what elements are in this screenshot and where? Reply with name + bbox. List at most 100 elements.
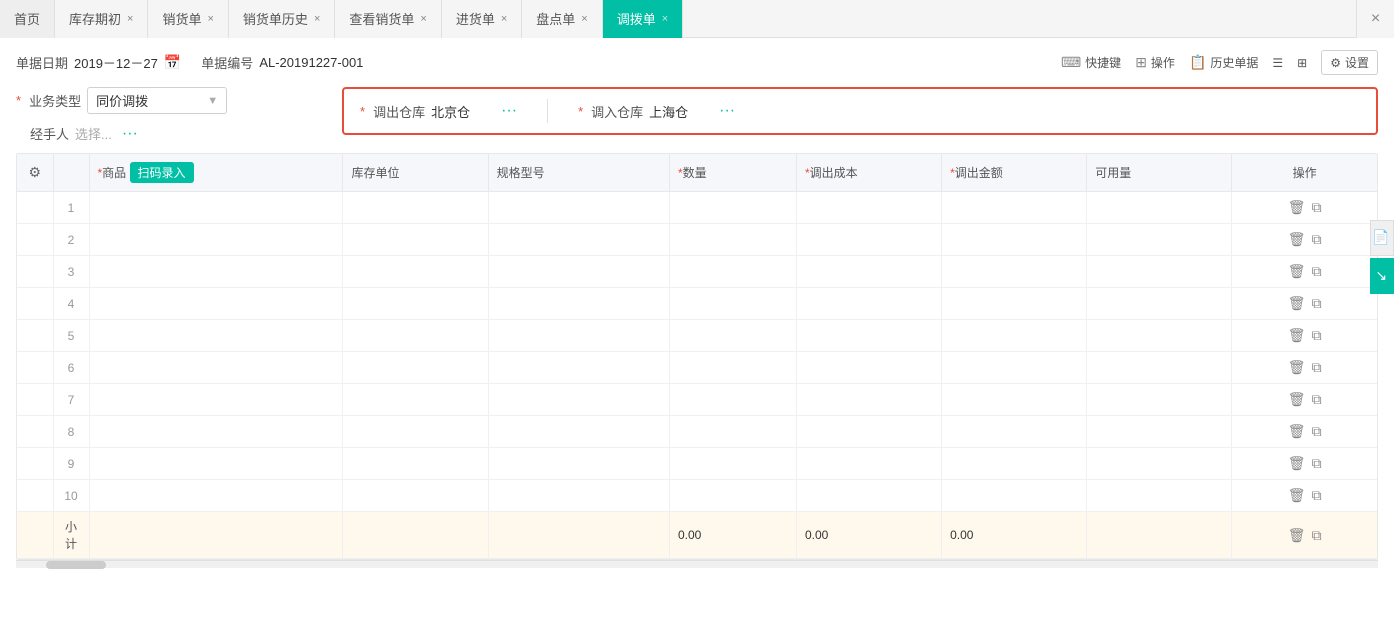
scroll-thumb[interactable] bbox=[46, 561, 106, 569]
row-amount-cell[interactable] bbox=[942, 352, 1087, 384]
copy-row-icon[interactable]: ⧉ bbox=[1312, 263, 1322, 280]
copy-row-icon[interactable]: ⧉ bbox=[1312, 391, 1322, 408]
row-qty-cell[interactable] bbox=[670, 448, 797, 480]
in-warehouse-more-button[interactable]: ··· bbox=[719, 102, 735, 120]
delete-row-icon[interactable]: 🗑 bbox=[1288, 295, 1306, 312]
handler-more-button[interactable]: ··· bbox=[122, 125, 138, 143]
handler-placeholder[interactable]: 选择... bbox=[75, 124, 112, 143]
row-qty-cell[interactable] bbox=[670, 224, 797, 256]
tab-transfer[interactable]: 调拨单 × bbox=[603, 0, 683, 38]
tab-close-stocktake[interactable]: × bbox=[581, 13, 587, 25]
tab-sales-order[interactable]: 销货单 × bbox=[148, 0, 228, 38]
settings-button[interactable]: ⚙ 设置 bbox=[1321, 50, 1378, 75]
row-cost-cell[interactable] bbox=[796, 352, 941, 384]
row-spec-cell bbox=[488, 480, 669, 512]
delete-row-icon[interactable]: 🗑 bbox=[1288, 199, 1306, 216]
layout-toggle-2[interactable]: ⊞ bbox=[1297, 56, 1307, 70]
row-cost-cell[interactable] bbox=[796, 480, 941, 512]
tab-sales-history[interactable]: 销货单历史 × bbox=[229, 0, 335, 38]
row-goods-cell[interactable] bbox=[89, 320, 343, 352]
row-amount-cell[interactable] bbox=[942, 480, 1087, 512]
copy-row-icon[interactable]: ⧉ bbox=[1312, 455, 1322, 472]
horizontal-scrollbar[interactable] bbox=[16, 560, 1378, 568]
delete-row-icon[interactable]: 🗑 bbox=[1288, 359, 1306, 376]
row-goods-cell[interactable] bbox=[89, 224, 343, 256]
row-cost-cell[interactable] bbox=[796, 192, 941, 224]
operation-action[interactable]: ⊞ 操作 bbox=[1135, 54, 1175, 71]
row-goods-cell[interactable] bbox=[89, 288, 343, 320]
row-goods-cell[interactable] bbox=[89, 256, 343, 288]
out-warehouse-field: * 调出仓库 北京仓 ··· bbox=[360, 102, 517, 121]
row-qty-cell[interactable] bbox=[670, 192, 797, 224]
row-qty-cell[interactable] bbox=[670, 288, 797, 320]
row-amount-cell[interactable] bbox=[942, 448, 1087, 480]
row-goods-cell[interactable] bbox=[89, 192, 343, 224]
delete-row-icon[interactable]: 🗑 bbox=[1288, 391, 1306, 408]
row-qty-cell[interactable] bbox=[670, 352, 797, 384]
row-amount-cell[interactable] bbox=[942, 416, 1087, 448]
tab-inventory-init[interactable]: 库存期初 × bbox=[55, 0, 148, 38]
tab-stocktake[interactable]: 盘点单 × bbox=[522, 0, 602, 38]
copy-row-icon[interactable]: ⧉ bbox=[1312, 423, 1322, 440]
tab-view-sales[interactable]: 查看销货单 × bbox=[335, 0, 441, 38]
float-export-button[interactable]: ↗ bbox=[1370, 258, 1394, 294]
row-goods-cell[interactable] bbox=[89, 352, 343, 384]
row-qty-cell[interactable] bbox=[670, 384, 797, 416]
copy-row-icon[interactable]: ⧉ bbox=[1312, 327, 1322, 344]
copy-row-icon[interactable]: ⧉ bbox=[1312, 231, 1322, 248]
tab-close-transfer[interactable]: × bbox=[662, 13, 668, 25]
row-cost-cell[interactable] bbox=[796, 256, 941, 288]
calendar-icon[interactable]: 📅 bbox=[164, 54, 181, 71]
tab-close-sales-history[interactable]: × bbox=[314, 13, 320, 25]
row-cost-cell[interactable] bbox=[796, 224, 941, 256]
out-warehouse-more-button[interactable]: ··· bbox=[501, 102, 517, 120]
row-goods-cell[interactable] bbox=[89, 448, 343, 480]
row-cost-cell[interactable] bbox=[796, 416, 941, 448]
copy-row-icon[interactable]: ⧉ bbox=[1312, 359, 1322, 376]
table-header: ⚙ *商品 扫码录入 库存单位 规格型号 *数量 *调出成本 *调出金额 可用量… bbox=[17, 154, 1377, 192]
delete-row-icon[interactable]: 🗑 bbox=[1288, 527, 1306, 544]
row-amount-cell[interactable] bbox=[942, 192, 1087, 224]
business-type-select[interactable]: 同价调拨 ▼ bbox=[87, 87, 227, 114]
row-qty-cell[interactable] bbox=[670, 416, 797, 448]
row-amount-cell[interactable] bbox=[942, 320, 1087, 352]
delete-row-icon[interactable]: 🗑 bbox=[1288, 487, 1306, 504]
tab-close-sales-order[interactable]: × bbox=[207, 13, 213, 25]
row-amount-cell[interactable] bbox=[942, 256, 1087, 288]
row-qty-cell[interactable] bbox=[670, 320, 797, 352]
history-action[interactable]: 📋 历史单据 bbox=[1189, 54, 1258, 71]
row-qty-cell[interactable] bbox=[670, 256, 797, 288]
row-qty-cell[interactable] bbox=[670, 480, 797, 512]
copy-row-icon[interactable]: ⧉ bbox=[1312, 487, 1322, 504]
row-cost-cell[interactable] bbox=[796, 384, 941, 416]
table-settings-icon[interactable]: ⚙ bbox=[28, 164, 41, 180]
tab-close-inventory-init[interactable]: × bbox=[127, 13, 133, 25]
row-goods-cell[interactable] bbox=[89, 416, 343, 448]
tab-home[interactable]: 首页 bbox=[0, 0, 55, 38]
tab-purchase-order[interactable]: 进货单 × bbox=[442, 0, 522, 38]
row-cost-cell[interactable] bbox=[796, 448, 941, 480]
delete-row-icon[interactable]: 🗑 bbox=[1288, 231, 1306, 248]
delete-row-icon[interactable]: 🗑 bbox=[1288, 455, 1306, 472]
scan-input-button[interactable]: 扫码录入 bbox=[130, 162, 194, 183]
copy-row-icon[interactable]: ⧉ bbox=[1312, 295, 1322, 312]
shortcut-action[interactable]: ⌨ 快捷键 bbox=[1061, 54, 1121, 71]
row-amount-cell[interactable] bbox=[942, 224, 1087, 256]
window-close-button[interactable]: × bbox=[1356, 0, 1394, 38]
copy-row-icon[interactable]: ⧉ bbox=[1312, 527, 1322, 544]
row-amount-cell[interactable] bbox=[942, 288, 1087, 320]
row-amount-cell[interactable] bbox=[942, 384, 1087, 416]
row-goods-cell[interactable] bbox=[89, 384, 343, 416]
row-cost-cell[interactable] bbox=[796, 320, 941, 352]
table-row: 1 🗑 ⧉ bbox=[17, 192, 1377, 224]
row-goods-cell[interactable] bbox=[89, 480, 343, 512]
delete-row-icon[interactable]: 🗑 bbox=[1288, 263, 1306, 280]
tab-close-view-sales[interactable]: × bbox=[420, 13, 426, 25]
delete-row-icon[interactable]: 🗑 bbox=[1288, 423, 1306, 440]
layout-toggle-1[interactable]: ☰ bbox=[1272, 56, 1283, 70]
tab-close-purchase-order[interactable]: × bbox=[501, 13, 507, 25]
delete-row-icon[interactable]: 🗑 bbox=[1288, 327, 1306, 344]
copy-row-icon[interactable]: ⧉ bbox=[1312, 199, 1322, 216]
row-cost-cell[interactable] bbox=[796, 288, 941, 320]
float-doc-button[interactable]: 📄 bbox=[1370, 220, 1394, 256]
